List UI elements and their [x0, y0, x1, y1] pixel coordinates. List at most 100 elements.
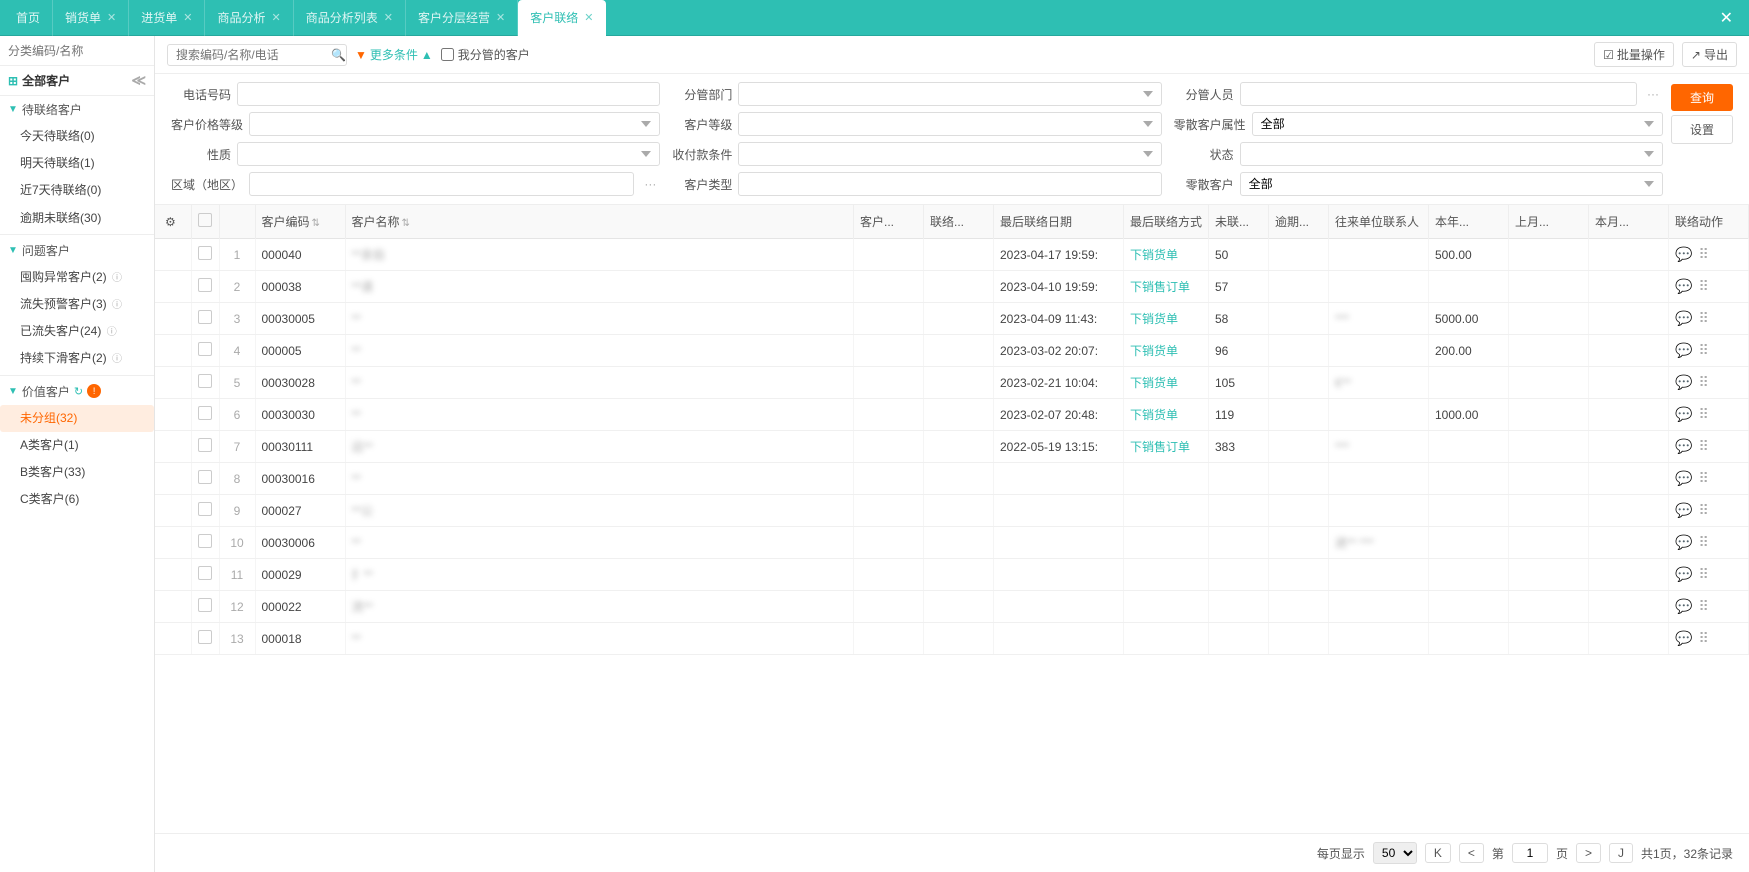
sidebar-item-churned[interactable]: 已流失客户(24) ⓘ — [0, 318, 154, 345]
contact-method-link[interactable]: 下销售订单 — [1130, 280, 1190, 294]
row-check[interactable] — [191, 271, 219, 303]
contact-method-link[interactable]: 下销货单 — [1130, 248, 1178, 262]
payment-select[interactable] — [738, 142, 1161, 166]
more-action-icon[interactable]: ⠿ — [1698, 246, 1708, 263]
th-contact[interactable]: 联络... — [923, 205, 993, 239]
retail-customer-select[interactable]: 全部 — [1240, 172, 1663, 196]
tab-customer-contact-close[interactable]: ✕ — [584, 11, 593, 24]
nature-select[interactable] — [237, 142, 660, 166]
th-name[interactable]: 客户名称⇅ — [345, 205, 853, 239]
retail-attr-select[interactable]: 全部 — [1252, 112, 1663, 136]
sidebar-item-today-pending[interactable]: 今天待联络(0) — [0, 123, 154, 150]
row-check[interactable] — [191, 463, 219, 495]
comment-icon[interactable]: 💬 — [1675, 310, 1692, 327]
reset-button[interactable]: 设置 — [1671, 115, 1733, 144]
th-last-month[interactable]: 上月... — [1509, 205, 1589, 239]
tab-purchase-order[interactable]: 进货单 ✕ — [129, 0, 205, 36]
comment-icon[interactable]: 💬 — [1675, 630, 1692, 647]
row-check[interactable] — [191, 495, 219, 527]
row-check[interactable] — [191, 527, 219, 559]
all-customers-header[interactable]: ⊞ 全部客户 ≪ — [0, 66, 154, 96]
more-action-icon[interactable]: ⠿ — [1698, 534, 1708, 551]
customer-level-select[interactable] — [738, 112, 1161, 136]
sidebar-item-ungrouped[interactable]: 未分组(32) — [0, 405, 154, 432]
search-input[interactable] — [176, 48, 331, 62]
contact-method-link[interactable]: 下销货单 — [1130, 408, 1178, 422]
sidebar-item-declining[interactable]: 持续下滑客户(2) ⓘ — [0, 345, 154, 372]
comment-icon[interactable]: 💬 — [1675, 470, 1692, 487]
export-button[interactable]: ↗ 导出 — [1682, 42, 1737, 67]
comment-icon[interactable]: 💬 — [1675, 278, 1692, 295]
tab-sales-order[interactable]: 销货单 ✕ — [53, 0, 129, 36]
comment-icon[interactable]: 💬 — [1675, 438, 1692, 455]
comment-icon[interactable]: 💬 — [1675, 342, 1692, 359]
tab-sales-order-close[interactable]: ✕ — [107, 11, 116, 24]
th-last-contact-method[interactable]: 最后联络方式 — [1123, 205, 1208, 239]
tab-customer-contact[interactable]: 客户联络 ✕ — [518, 0, 606, 36]
tab-purchase-order-close[interactable]: ✕ — [183, 11, 192, 24]
problem-group-label[interactable]: ▼ 问题客户 — [0, 237, 154, 264]
contact-method-link[interactable]: 下销售订单 — [1130, 440, 1190, 454]
more-action-icon[interactable]: ⠿ — [1698, 342, 1708, 359]
tab-product-analysis-list[interactable]: 商品分析列表 ✕ — [294, 0, 406, 36]
comment-icon[interactable]: 💬 — [1675, 246, 1692, 263]
row-check[interactable] — [191, 303, 219, 335]
sidebar-item-7days-pending[interactable]: 近7天待联络(0) — [0, 177, 154, 204]
more-action-icon[interactable]: ⠿ — [1698, 374, 1708, 391]
search-icon[interactable]: 🔍 — [331, 48, 346, 62]
row-check[interactable] — [191, 335, 219, 367]
price-level-select[interactable] — [249, 112, 660, 136]
row-check[interactable] — [191, 591, 219, 623]
value-group-label[interactable]: ▼ 价值客户 ↻ ! — [0, 378, 154, 405]
comment-icon[interactable]: 💬 — [1675, 406, 1692, 423]
sidebar-item-abnormal[interactable]: 囤购异常客户(2) ⓘ — [0, 264, 154, 291]
tab-product-analysis[interactable]: 商品分析 ✕ — [205, 0, 293, 36]
last-page-btn[interactable]: J — [1609, 843, 1633, 863]
sidebar-item-class-b[interactable]: B类客户(33) — [0, 459, 154, 486]
comment-icon[interactable]: 💬 — [1675, 598, 1692, 615]
header-checkbox[interactable] — [198, 213, 212, 227]
sidebar-item-class-a[interactable]: A类客户(1) — [0, 432, 154, 459]
sidebar-item-tomorrow-pending[interactable]: 明天待联络(1) — [0, 150, 154, 177]
contact-method-link[interactable]: 下销货单 — [1130, 312, 1178, 326]
batch-op-button[interactable]: ☑ 批量操作 — [1594, 42, 1674, 67]
tab-customer-segment[interactable]: 客户分层经营 ✕ — [406, 0, 518, 36]
status-select[interactable] — [1240, 142, 1663, 166]
more-action-icon[interactable]: ⠿ — [1698, 406, 1708, 423]
sidebar-item-class-c[interactable]: C类客户(6) — [0, 486, 154, 513]
more-action-icon[interactable]: ⠿ — [1698, 438, 1708, 455]
row-check[interactable] — [191, 399, 219, 431]
th-year[interactable]: 本年... — [1429, 205, 1509, 239]
th-last-contact-date[interactable]: 最后联络日期 — [993, 205, 1123, 239]
staff-input[interactable] — [1240, 82, 1637, 106]
dept-select[interactable] — [738, 82, 1161, 106]
tab-home[interactable]: 首页 — [8, 0, 53, 36]
tab-product-analysis-list-close[interactable]: ✕ — [384, 11, 393, 24]
th-overdue[interactable]: 逾期... — [1269, 205, 1329, 239]
my-customers-checkbox[interactable] — [441, 48, 454, 61]
th-type[interactable]: 客户... — [853, 205, 923, 239]
page-number-input[interactable] — [1512, 843, 1548, 863]
sidebar-search-input[interactable] — [8, 44, 155, 58]
more-action-icon[interactable]: ⠿ — [1698, 470, 1708, 487]
refresh-icon[interactable]: ↻ — [74, 385, 83, 398]
tab-product-analysis-close[interactable]: ✕ — [272, 11, 281, 24]
more-action-icon[interactable]: ⠿ — [1698, 630, 1708, 647]
first-page-btn[interactable]: K — [1425, 843, 1451, 863]
more-action-icon[interactable]: ⠿ — [1698, 310, 1708, 327]
prev-page-btn[interactable]: < — [1459, 843, 1484, 863]
contact-method-link[interactable]: 下销货单 — [1130, 376, 1178, 390]
th-code[interactable]: 客户编码⇅ — [255, 205, 345, 239]
query-button[interactable]: 查询 — [1671, 84, 1733, 111]
phone-input[interactable] — [237, 82, 660, 106]
my-customers-checkbox-wrap[interactable]: 我分管的客户 — [441, 46, 530, 63]
more-action-icon[interactable]: ⠿ — [1698, 278, 1708, 295]
comment-icon[interactable]: 💬 — [1675, 502, 1692, 519]
staff-dots-btn[interactable]: ··· — [1643, 87, 1663, 101]
next-page-btn[interactable]: > — [1576, 843, 1601, 863]
th-this-month[interactable]: 本月... — [1589, 205, 1669, 239]
area-dots-btn[interactable]: ··· — [640, 177, 660, 191]
sidebar-item-overdue-contact[interactable]: 逾期未联络(30) — [0, 205, 154, 232]
more-action-icon[interactable]: ⠿ — [1698, 502, 1708, 519]
more-action-icon[interactable]: ⠿ — [1698, 598, 1708, 615]
